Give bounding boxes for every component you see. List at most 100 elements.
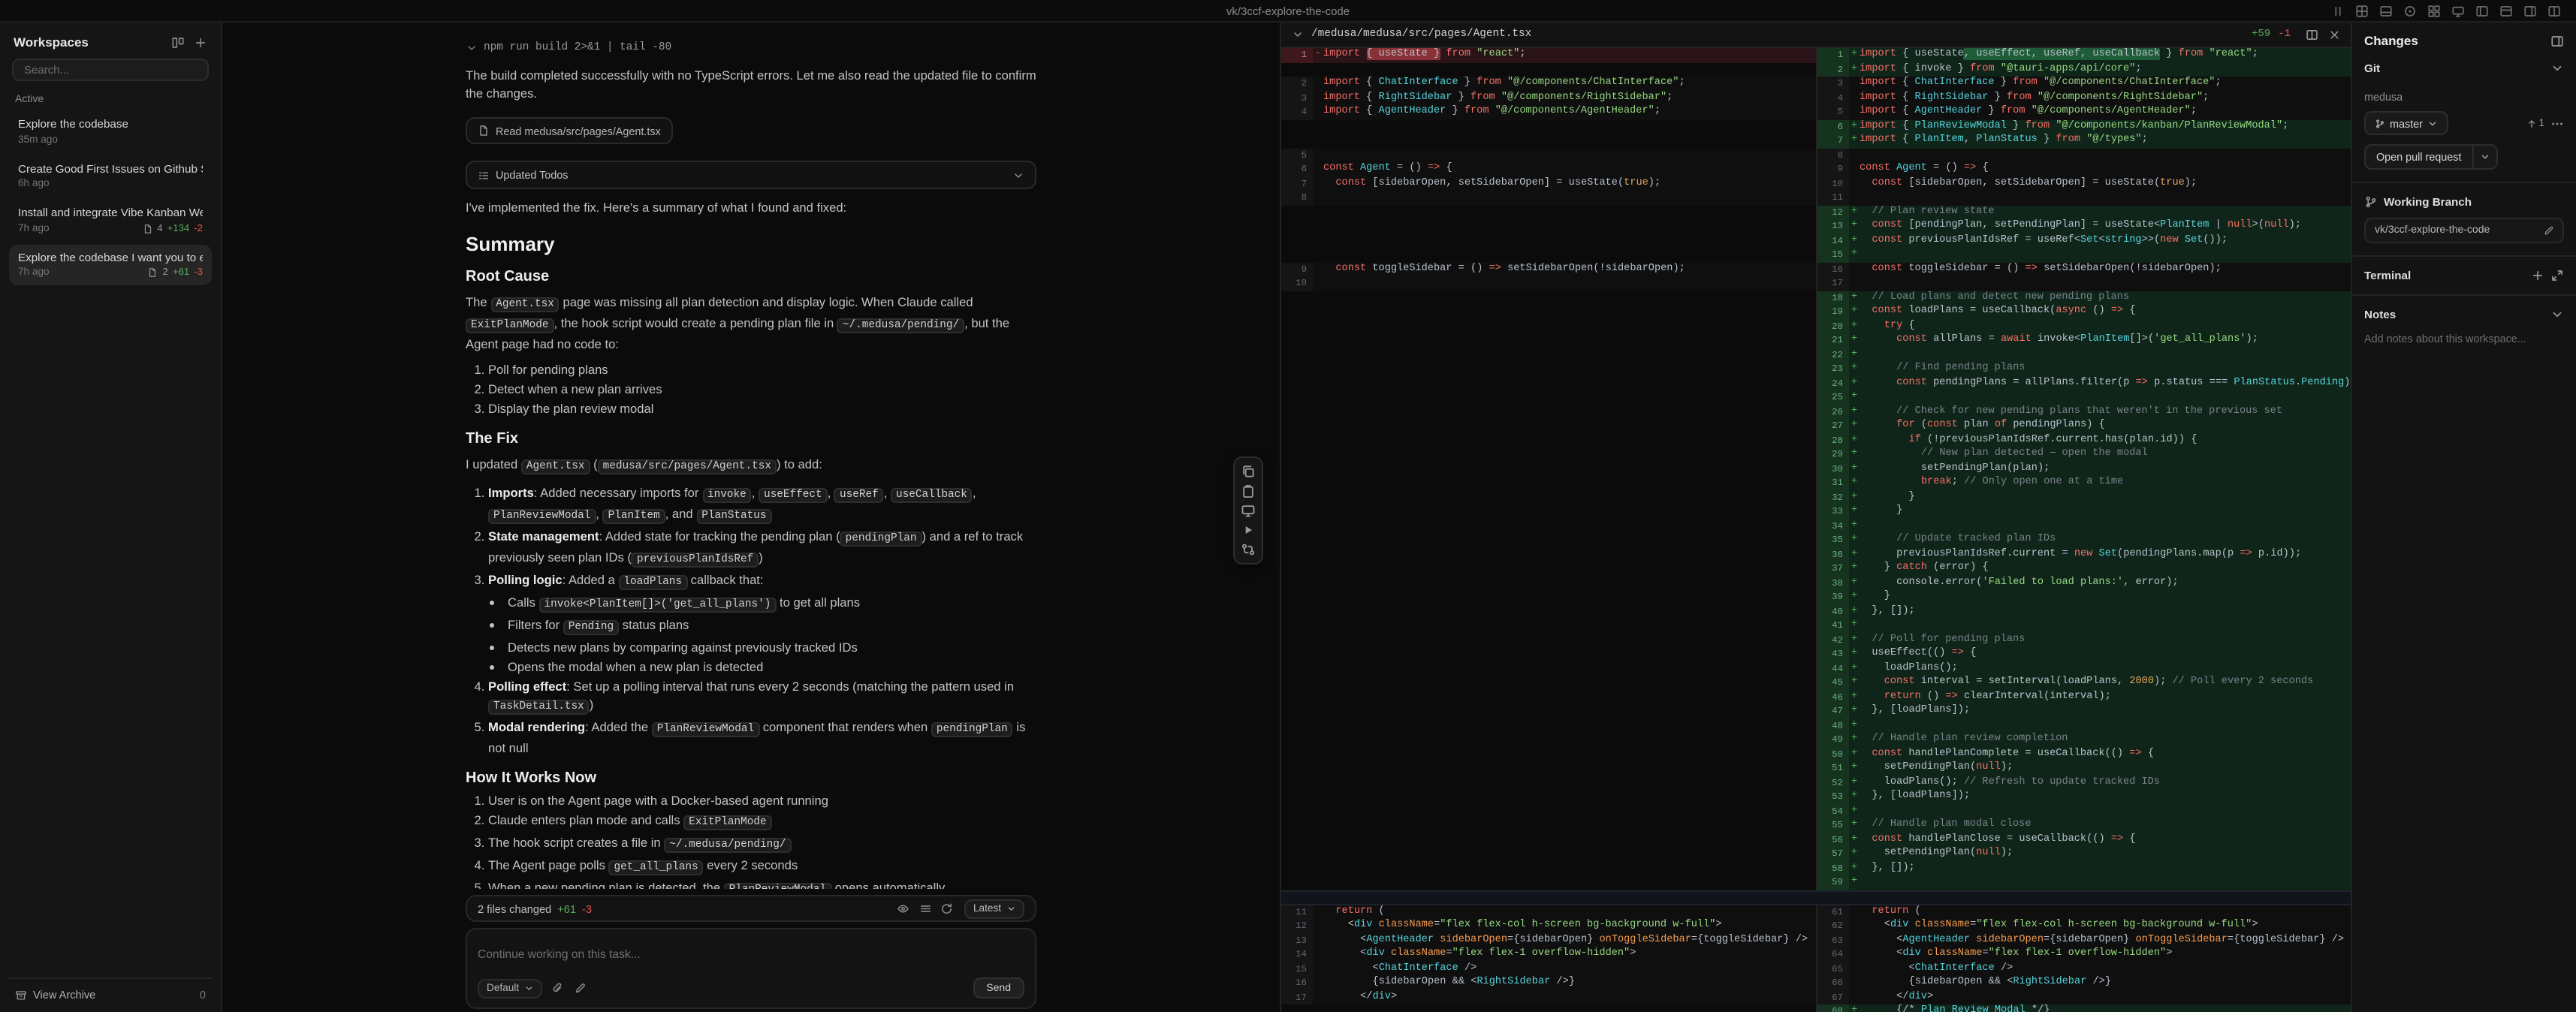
chevron-down-icon[interactable] [1292,29,1304,41]
section-heading: How It Works Now [466,770,1036,787]
diff-row: 25+ [1281,390,2351,405]
send-button[interactable]: Send [973,977,1024,998]
grid-icon[interactable] [2427,4,2441,17]
branch-selector[interactable]: master [2364,111,2448,135]
play-icon[interactable] [1241,523,1256,538]
monitor-icon[interactable] [1241,503,1256,518]
workspace-item[interactable]: Install and integrate Vibe Kanban Web...… [9,200,212,241]
diff-row: 30+ setPendingPlan(plan); [1281,462,2351,476]
diff-row: 23+ // Find pending plans [1281,362,2351,376]
diff-row: 34+ [1281,519,2351,533]
circle-dot-icon[interactable] [2403,4,2417,17]
diff-row: 45+ const interval = setInterval(loadPla… [1281,676,2351,690]
clipboard-icon[interactable] [1241,483,1256,498]
workspace-item[interactable]: Explore the codebase35m ago [9,111,212,152]
rows-icon[interactable] [919,902,932,915]
ordered-list: Imports: Added necessary imports for inv… [466,483,1036,757]
diff-row: 52+ loadPlans(); // Refresh to update tr… [1281,776,2351,790]
list-item: Poll for pending plans [488,360,1036,378]
diff-row: 13+ const [pendingPlan, setPendingPlan] … [1281,219,2351,233]
workspace-item[interactable]: Create Good First Issues on Github So...… [9,155,212,197]
message-input[interactable] [478,947,1024,961]
notes-placeholder[interactable]: Add notes about this workspace... [2364,331,2564,345]
list-item: Claude enters plan mode and calls ExitPl… [488,811,1036,832]
diff-row: 37+ } catch (error) { [1281,562,2351,576]
diff-body[interactable]: 1-import { useState } from "react";1+imp… [1281,48,2351,1012]
file-icon [142,223,152,233]
workspace-item[interactable]: Explore the codebase I want you to ex...… [9,244,212,285]
plus-icon[interactable] [2531,268,2544,282]
chevron-down-icon [466,42,478,54]
branch-icon [2364,195,2378,209]
list-item: When a new pending plan is detected, the… [488,878,1036,889]
deletions-count: -3 [582,902,592,915]
eye-icon[interactable] [897,902,910,915]
ellipsis-icon[interactable] [2550,116,2564,130]
diff-row: 18+ // Load plans and detect new pending… [1281,291,2351,305]
refresh-icon[interactable] [941,902,954,915]
panel-bottom-icon[interactable] [2379,4,2393,17]
mode-dropdown[interactable]: Default [478,978,542,998]
chevron-down-icon [523,983,533,993]
section-heading: Summary [466,233,1036,255]
latest-dropdown[interactable]: Latest [964,899,1024,918]
copy-icon[interactable] [1241,464,1256,479]
diff-row: 48+ [1281,718,2351,733]
panel-right-icon[interactable] [2550,34,2564,47]
diff-row: 49+ // Handle plan review completion [1281,733,2351,747]
monitor-icon[interactable] [2451,4,2465,17]
columns-icon[interactable] [2306,29,2318,41]
chevron-down-icon[interactable] [2550,62,2564,75]
working-branch-name: vk/3ccf-explore-the-code [2375,225,2536,236]
list-item: Polling logic: Added a loadPlans callbac… [488,571,1036,676]
panel-left-icon[interactable] [2475,4,2489,17]
chevron-down-icon [2480,152,2490,162]
working-branch-value[interactable]: vk/3ccf-explore-the-code [2364,218,2564,242]
workspace-diff-badge: 4+134-2 [142,223,203,233]
open-pr-button[interactable]: Open pull request [2364,144,2498,170]
commits-ahead: 1 [2526,118,2544,128]
tool-read-file[interactable]: Read medusa/src/pages/Agent.tsx [466,117,673,144]
diff-row: 51+ setPendingPlan(null); [1281,761,2351,776]
changes-summary-bar[interactable]: 2 files changed +61 -3 Latest [466,895,1036,922]
pen-icon[interactable] [573,982,586,995]
titlebar-actions [2331,4,2576,17]
notes-section-label: Notes [2364,307,2396,321]
diff-row: 44+ loadPlans(); [1281,661,2351,676]
columns-icon[interactable] [2547,4,2561,17]
git-compare-icon[interactable] [1241,542,1256,557]
diff-row: 31+ break; // Only open one at a time [1281,476,2351,490]
plus-icon[interactable] [194,35,207,49]
diff-row: 12+ // Plan review state [1281,205,2351,219]
titlebar: vk/3ccf-explore-the-code [0,0,2576,23]
panel-top-icon[interactable] [2499,4,2513,17]
expand-icon[interactable] [2550,268,2564,282]
search-input[interactable] [12,59,209,81]
pause-icon[interactable] [2331,4,2345,17]
diff-row: 7 const [sidebarOpen, setSidebarOpen] = … [1281,176,2351,191]
paperclip-icon[interactable] [551,982,564,995]
divider [2352,255,2576,256]
list-item: The Agent page polls get_all_plans every… [488,856,1036,877]
panel-right-icon[interactable] [2523,4,2537,17]
pencil-icon[interactable] [2542,224,2553,236]
close-icon[interactable] [2327,29,2340,41]
diff-row: 15+ [1281,248,2351,262]
view-archive-button[interactable]: View Archive 0 [9,977,212,1004]
hunk-separator[interactable] [1281,890,2351,905]
diff-row: 4 import { AgentHeader } from "@/compone… [1281,105,2351,119]
terminal-section-label: Terminal [2364,268,2411,282]
diff-row: 54+ [1281,804,2351,818]
terminal-command[interactable]: npm run build 2>&1 | tail -80 [466,42,1036,54]
diff-row: 33+ } [1281,504,2351,519]
diff-row: 24+ const pendingPlans = allPlans.filter… [1281,376,2351,390]
tool-updated-todos[interactable]: Updated Todos [466,161,1036,189]
file-path: /medusa/medusa/src/pages/Agent.tsx [1311,29,1531,41]
diff-row: 53+ }, [loadPlans]); [1281,790,2351,804]
sidebar-header-actions [171,35,207,49]
branch-icon [2375,118,2385,128]
chevron-down-icon[interactable] [2550,307,2564,321]
layout-grid-icon[interactable] [2355,4,2369,17]
assistant-paragraph: The Agent.tsx page was missing all plan … [466,293,1036,353]
kanban-icon[interactable] [171,35,185,49]
